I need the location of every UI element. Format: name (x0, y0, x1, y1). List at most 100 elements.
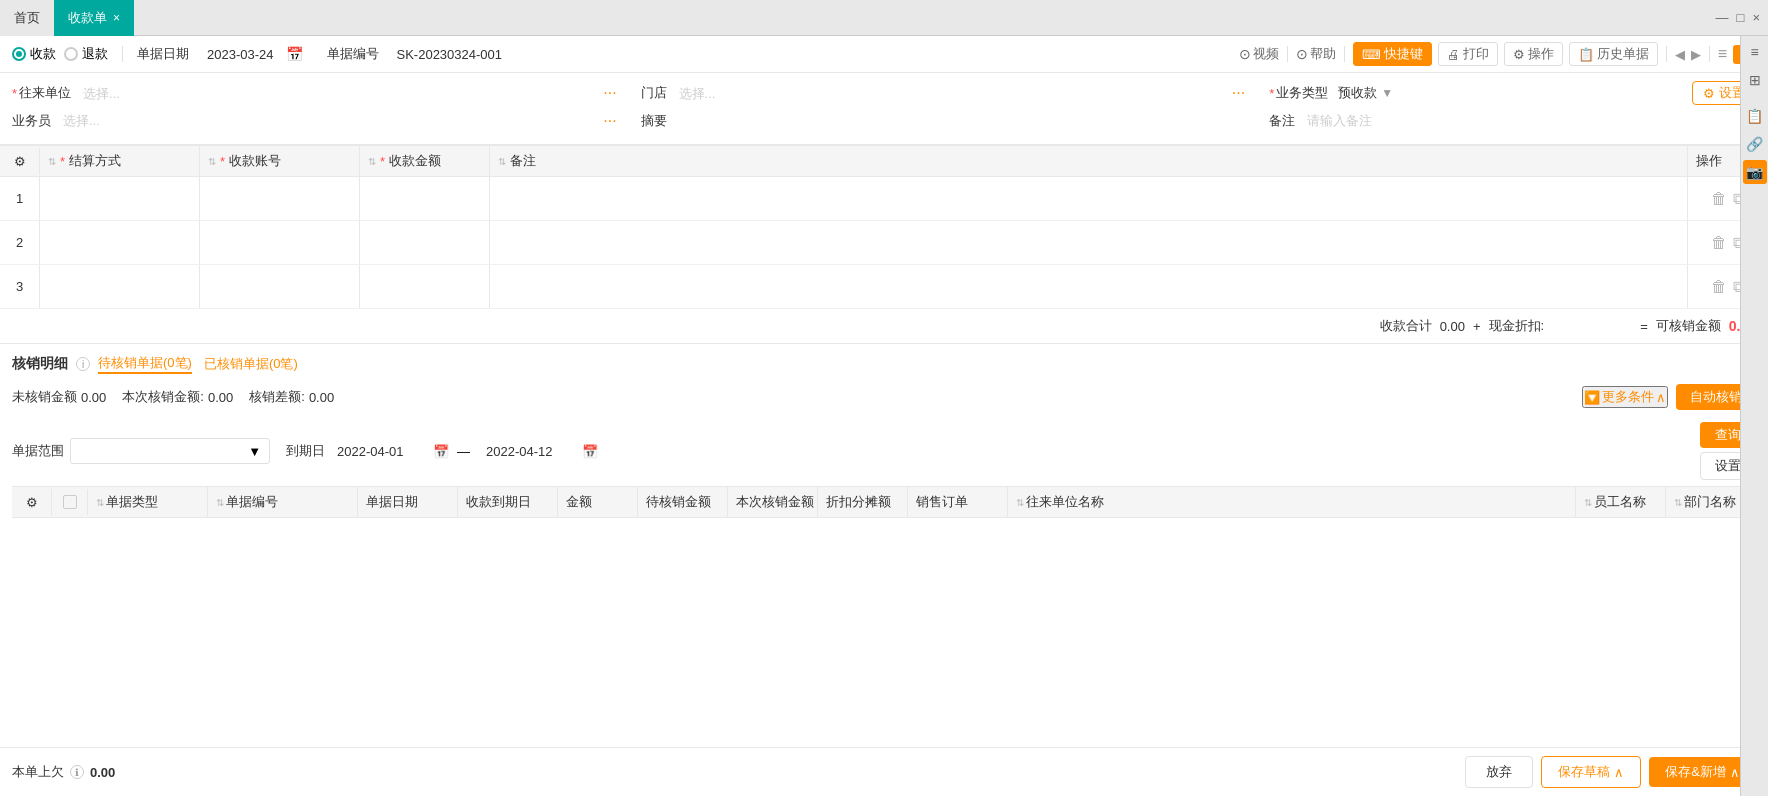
video-btn[interactable]: ⊙ 视频 (1239, 45, 1279, 63)
table-row: 1 🗑 ⧉ (0, 177, 1768, 221)
history-btn[interactable]: 📋 历史单据 (1569, 42, 1658, 66)
cal-from-icon[interactable]: 📅 (433, 444, 449, 459)
verify-header: 核销明细 i 待核销单据(0笔) 已核销单据(0笔) (12, 354, 1756, 374)
print-icon: 🖨 (1447, 47, 1460, 62)
right-sidebar: ≡ ⊞ 📋 🔗 📷 (1740, 36, 1768, 796)
nav-next-icon[interactable]: ▶ (1691, 47, 1701, 62)
bill-date-calendar-icon[interactable]: 📅 (286, 46, 303, 62)
td-settle-2[interactable] (40, 221, 200, 264)
sum-total-val: 0.00 (1440, 319, 1465, 334)
row2-delete-icon[interactable]: 🗑 (1711, 234, 1727, 252)
tab-home[interactable]: 首页 (0, 0, 54, 36)
sidebar-icon-2[interactable]: ⊞ (1743, 68, 1767, 92)
summary-input[interactable] (673, 111, 1250, 130)
td-settle-3[interactable] (40, 265, 200, 308)
more-conditions-btn[interactable]: 🔽 更多条件 ∧ (1582, 386, 1668, 408)
tab-active[interactable]: 收款单 × (54, 0, 134, 36)
sidebar-icon-1[interactable]: ≡ (1743, 40, 1767, 64)
history-label: 历史单据 (1597, 45, 1649, 63)
td-note-1[interactable] (490, 177, 1688, 220)
partner-input[interactable] (77, 84, 599, 103)
verify-info-icon[interactable]: i (76, 357, 90, 371)
bill-range-dropdown[interactable]: ▼ (70, 438, 270, 464)
table-header: ⚙ ⇅ * 结算方式 ⇅ * 收款账号 ⇅ * 收款金额 ⇅ 备注 操作 (0, 145, 1768, 177)
bth-cb[interactable] (52, 489, 88, 515)
tab-pending[interactable]: 待核销单据(0笔) (98, 354, 192, 374)
cal-to-icon[interactable]: 📅 (582, 444, 598, 459)
th-note: ⇅ 备注 (490, 146, 1688, 176)
td-amount-1[interactable] (360, 177, 490, 220)
table-row: 2 🗑 ⧉ (0, 221, 1768, 265)
staff-label: 业务员 (12, 112, 51, 130)
divider3 (1344, 46, 1345, 62)
sidebar-icon-4[interactable]: 🔗 (1743, 132, 1767, 156)
bill-no-label: 单据编号 (327, 45, 379, 63)
shop-more-btn[interactable]: ··· (1228, 84, 1249, 102)
menu-list-icon[interactable]: ≡ (1718, 45, 1727, 63)
this-bill-val: 0.00 (90, 765, 115, 780)
discount-input[interactable] (1552, 319, 1632, 334)
td-settle-1[interactable] (40, 177, 200, 220)
th-gear[interactable]: ⚙ (0, 148, 40, 175)
nav-prev-icon[interactable]: ◀ (1675, 47, 1685, 62)
due-date-from-input[interactable] (329, 441, 429, 462)
shortcut-icon: ⌨ (1362, 47, 1381, 62)
sum-total-label: 收款合计 (1380, 317, 1432, 335)
shop-input[interactable] (673, 84, 1228, 103)
save-draft-btn[interactable]: 保存草稿 ∧ (1541, 756, 1641, 788)
td-note-2[interactable] (490, 221, 1688, 264)
help-btn[interactable]: ⊙ 帮助 (1296, 45, 1336, 63)
help-icon: ⊙ (1296, 46, 1308, 62)
tab-bar: 首页 收款单 × — □ × (0, 0, 1768, 36)
bth-recvdate: 收款到期日 (458, 487, 558, 517)
verify-right-actions: 🔽 更多条件 ∧ 自动核销 (1582, 384, 1756, 410)
td-num-3: 3 (0, 265, 40, 308)
partner-required: * (12, 86, 17, 101)
td-note-3[interactable] (490, 265, 1688, 308)
operation-label: 操作 (1528, 45, 1554, 63)
staff-more-btn[interactable]: ··· (599, 112, 620, 130)
business-type-field: * 业务类型 预收款 ▼ ⚙ 设置 (1269, 81, 1756, 105)
tab-bar-right: — □ × (1716, 10, 1768, 25)
this-bill-info-icon[interactable]: ℹ (70, 765, 84, 779)
toolbar: 收款 退款 单据日期 2023-03-24 📅 单据编号 SK-20230324… (0, 36, 1768, 73)
operation-btn[interactable]: ⚙ 操作 (1504, 42, 1563, 66)
business-type-arrow-icon[interactable]: ▼ (1381, 86, 1393, 100)
remark-field: 备注 (1269, 111, 1756, 130)
divider5 (1709, 46, 1710, 62)
shortcut-label: 快捷键 (1384, 45, 1423, 63)
bill-range-field: 单据范围 ▼ (12, 438, 270, 464)
td-amount-3[interactable] (360, 265, 490, 308)
partner-more-btn[interactable]: ··· (599, 84, 620, 102)
td-account-1[interactable] (200, 177, 360, 220)
print-btn[interactable]: 🖨 打印 (1438, 42, 1498, 66)
shortcut-btn[interactable]: ⌨ 快捷键 (1353, 42, 1432, 66)
tab-done[interactable]: 已核销单据(0笔) (204, 355, 298, 373)
diff-label: 核销差额: (249, 388, 305, 406)
window-maximize-icon[interactable]: □ (1737, 10, 1745, 25)
td-amount-2[interactable] (360, 221, 490, 264)
bth-saleorder: 销售订单 (908, 487, 1008, 517)
remark-input[interactable] (1301, 111, 1756, 130)
tab-close-icon[interactable]: × (113, 11, 120, 25)
window-close-icon[interactable]: × (1752, 10, 1760, 25)
diff-val: 0.00 (309, 390, 334, 405)
sidebar-icon-5[interactable]: 📷 (1743, 160, 1767, 184)
td-account-3[interactable] (200, 265, 360, 308)
select-all-checkbox[interactable] (63, 495, 77, 509)
row1-delete-icon[interactable]: 🗑 (1711, 190, 1727, 208)
staff-input[interactable] (57, 111, 599, 130)
help-label: 帮助 (1310, 45, 1336, 63)
radio-refund[interactable]: 退款 (64, 45, 108, 63)
abandon-btn[interactable]: 放弃 (1465, 756, 1533, 788)
th-settle: ⇅ * 结算方式 (40, 146, 200, 176)
row3-delete-icon[interactable]: 🗑 (1711, 278, 1727, 296)
window-minimize-icon[interactable]: — (1716, 10, 1729, 25)
bth-date: 单据日期 (358, 487, 458, 517)
td-account-2[interactable] (200, 221, 360, 264)
due-date-to-input[interactable] (478, 441, 578, 462)
radio-receive[interactable]: 收款 (12, 45, 56, 63)
stat-diff: 核销差额: 0.00 (249, 388, 334, 406)
sidebar-icon-3[interactable]: 📋 (1743, 104, 1767, 128)
bth-gear[interactable]: ⚙ (12, 489, 52, 516)
